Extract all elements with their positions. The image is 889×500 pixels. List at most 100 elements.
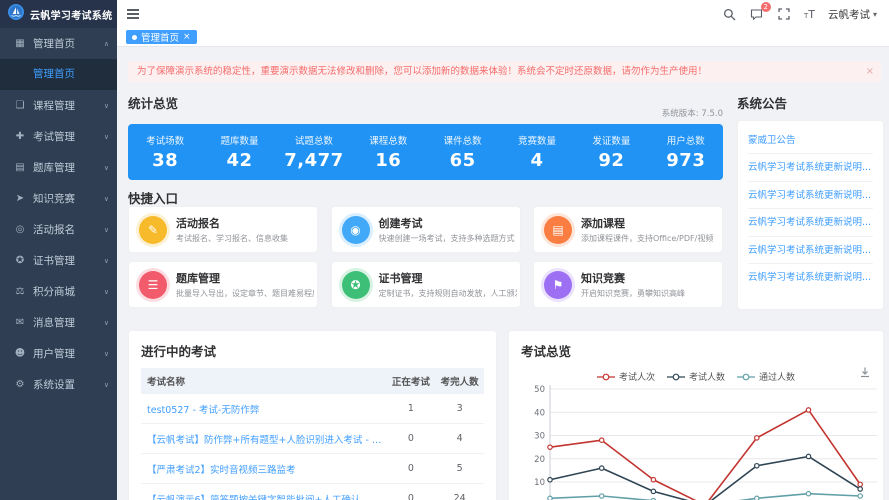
quick-card-desc: 批量导入导出，设定章节、题目难易程度 [176,289,314,298]
quick-card-title: 创建考试 [378,217,423,230]
announcement-link[interactable]: 蒙威卫公告 [748,127,873,155]
line-chart: 10 20 30 40 50 [509,383,885,500]
competition-icon: ⚑ [544,270,572,299]
quick-card-title: 知识竞赛 [581,272,625,285]
stat-label: 题库数量 [220,136,259,147]
svg-text:20: 20 [534,455,545,465]
fullscreen-icon[interactable] [777,7,791,21]
legend-item[interactable]: 考试人数 [666,370,725,383]
exam-icon: ✚ [15,131,25,142]
exam-name-link[interactable]: 【云帆考试】防作弊+所有题型+人脸识别进入考试 - 考试 [141,423,387,454]
stat-value: 38 [152,150,179,171]
stat-value: 973 [666,150,706,171]
warning-text: 为了保障演示系统的稳定性，重要演示数据无法修改和删除，您可以添加新的数据来体验！… [137,66,708,77]
quick-card-title: 活动报名 [176,217,220,230]
quick-card-desc: 快速创建一场考试，支持多种选题方式 [378,234,515,243]
chevron-down-icon: ∨ [103,225,109,234]
exam-finished-count: 4 [435,423,484,454]
chevron-down-icon: ∨ [103,132,109,141]
stat-value: 92 [598,150,625,171]
hamburger-icon[interactable] [127,7,139,21]
table-row: 【云帆演示6】简答题按关键字智能批阅+人工确认 0 24 [141,483,484,500]
announcement-link[interactable]: 云帆学习考试系统更新说明... [748,264,873,290]
ongoing-exams-title: 进行中的考试 [141,344,217,359]
sidebar-item-9[interactable]: ✉ 消息管理 ∨ [0,307,117,338]
sidebar-item-label: 活动报名 [33,224,75,236]
quick-card-desc: 添加课程课件，支持Office/PDF/视频 [581,234,714,243]
quick-card-text: 创建考试快速创建一场考试，支持多种选题方式 [379,215,515,244]
sidebar-item-1[interactable]: ▦ 管理首页 ∧ [0,28,117,59]
table-row: test0527 - 考试-无防作弊 1 3 [141,394,484,424]
quick-card[interactable]: ☰ 题库管理 批量导入导出，设定章节、题目难易程度 [128,261,318,308]
competition-icon: ➤ [15,193,25,204]
announcements-panel: 蒙威卫公告 云帆学习考试系统更新说明... 云帆学习考试系统更新说明... 云帆学习考… [737,120,884,310]
stat-item: 发证数量 92 [574,133,648,171]
announcement-link[interactable]: 云帆学习考试系统更新说明... [748,154,873,182]
sidebar-item-7[interactable]: ✪ 证书管理 ∨ [0,245,117,276]
stat-label: 考试场数 [146,136,185,147]
quick-card-text: 添加课程添加课程课件，支持Office/PDF/视频 [581,215,713,244]
announcement-link[interactable]: 云帆学习考试系统更新说明... [748,237,873,264]
tab-close-icon[interactable]: × [183,32,191,42]
chevron-down-icon: ∨ [103,318,109,327]
stat-item: 课程总数 16 [351,133,425,171]
quick-card[interactable]: ⚑ 知识竞赛开启知识竞赛，勇攀知识高峰 [533,261,723,308]
question-bank-icon: ☰ [139,270,167,299]
quick-card[interactable]: ✪ 证书管理 定制证书，支持规则自动发放，人工颁发 [330,261,521,308]
download-icon[interactable] [859,363,871,382]
search-icon[interactable] [723,7,737,21]
chart-legend: 考试人次 考试人数 通过人数 [521,370,871,383]
announcement-link[interactable]: 云帆学习考试系统更新说明... [748,209,873,237]
exam-overview-title: 考试总览 [521,344,572,359]
tab-dashboard[interactable]: 管理首页 × [126,30,197,44]
quick-card[interactable]: ▤ 添加课程 添加课程课件，支持Office/PDF/视频 [533,206,723,253]
sidebar-item-2[interactable]: ❏ 课程管理 ∨ [0,90,117,121]
sidebar-item-11[interactable]: ⚙ 系统设置 ∨ [0,369,117,400]
legend-label: 考试人次 [618,373,655,383]
sidebar-item-10[interactable]: ☻ 用户管理 ∨ [0,338,117,369]
stat-value: 42 [226,150,253,171]
sidebar-item-label: 知识竞赛 [33,193,75,205]
sidebar-menu: ▦ 管理首页 ∧ 管理首页 ❏ 课程管理 ∨ ✚ 考试管理 ∨ ▤ 题库管理 ∨ ➤ 知识竞赛 ∨ ◎ 活动报名 ∨… [0,28,117,400]
app-logo-row: 云帆学习考试系统 [0,0,117,28]
sidebar-item-4[interactable]: ▤ 题库管理 ∨ [0,152,117,183]
sidebar-item-5[interactable]: ➤ 知识竞赛 ∨ [0,183,117,214]
top-header: 2 TT 云帆考试 ▾ [117,0,889,28]
points-mall-icon: ⚖ [15,286,25,297]
quick-card[interactable]: ✎ 活动报名 考试报名、学习报名、信息收集 [128,206,318,253]
quick-card-title: 添加课程 [581,217,625,230]
quick-card-desc: 定制证书，支持规则自动发放，人工颁发 [378,289,517,298]
exam-name-link[interactable]: 【云帆演示6】简答题按关键字智能批阅+人工确认 [141,483,387,500]
sidebar-item-label: 证书管理 [33,255,75,267]
chevron-down-icon: ∨ [103,101,109,110]
main-content: 为了保障演示系统的稳定性，重要演示数据无法修改和删除，您可以添加新的数据来体验！… [117,47,889,500]
exam-taking-count: 0 [386,423,436,454]
svg-text:10: 10 [534,478,545,488]
exam-finished-count: 3 [435,394,484,424]
sidebar-item-8[interactable]: ⚖ 积分商城 ∨ [0,276,117,307]
legend-item[interactable]: 考试人次 [596,370,655,383]
font-size-icon[interactable]: TT [804,8,815,21]
announcement-link[interactable]: 云帆学习考试系统更新说明... [748,182,873,210]
user-icon: ☻ [14,348,26,359]
message-bell-icon[interactable]: 2 [750,2,771,21]
user-dropdown[interactable]: 云帆考试 ▾ [828,7,877,22]
sidebar-item-label: 系统设置 [33,379,75,391]
sidebar-item-label: 用户管理 [33,348,75,360]
certificate-icon: ✪ [15,255,25,266]
quick-card[interactable]: ◉ 创建考试 快速创建一场考试，支持多种选题方式 [330,206,521,253]
exam-name-link[interactable]: 【严肃考试2】实时音视频三路监考 [141,453,387,484]
exam-name-link[interactable]: test0527 - 考试-无防作弊 [141,394,387,424]
stat-label: 课程总数 [369,136,408,147]
notification-badge: 2 [760,2,771,12]
course-icon: ❏ [15,100,25,111]
exam-overview-panel: 考试总览 考试人次 考试人数 通过人数 10 20 30 40 50 [508,330,884,500]
sidebar-item-3[interactable]: ✚ 考试管理 ∨ [0,121,117,152]
quick-card-desc: 开启知识竞赛，勇攀知识高峰 [581,289,685,298]
sidebar-subitem[interactable]: 管理首页 [0,59,117,90]
stat-item: 题库数量 42 [202,133,276,171]
sidebar-item-6[interactable]: ◎ 活动报名 ∨ [0,214,117,245]
close-icon[interactable]: × [866,61,874,82]
sidebar-item-label: 管理首页 [33,38,75,50]
legend-item[interactable]: 通过人数 [737,370,795,383]
